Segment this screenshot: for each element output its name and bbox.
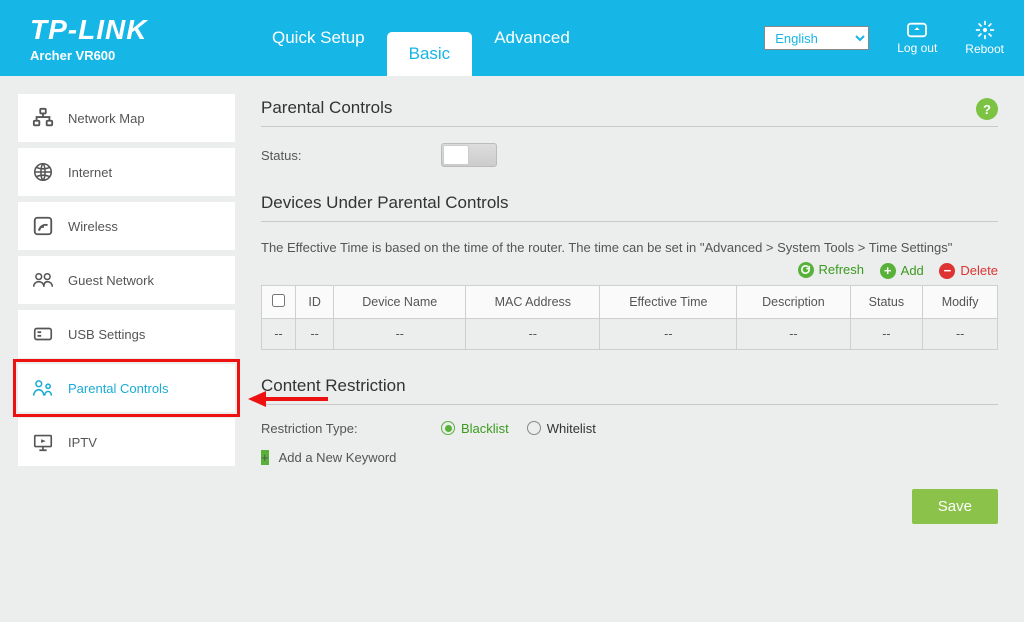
add-button[interactable]: + Add <box>880 263 924 279</box>
restriction-type-group: Blacklist Whitelist <box>441 421 596 436</box>
usb-icon <box>32 323 54 345</box>
add-keyword-button[interactable]: + Add a New Keyword <box>261 450 998 465</box>
brand-block: TP-LINK Archer VR600 <box>30 14 250 63</box>
table-row: -- -- -- -- -- -- -- -- <box>262 318 998 349</box>
radio-blacklist[interactable]: Blacklist <box>441 421 509 436</box>
sidebar-item-label: IPTV <box>68 435 97 450</box>
devices-table: ID Device Name MAC Address Effective Tim… <box>261 285 998 350</box>
delete-button[interactable]: − Delete <box>939 263 998 279</box>
col-status: Status <box>850 285 923 318</box>
wireless-icon <box>32 215 54 237</box>
sidebar: Network Map Internet Wireless Guest Netw… <box>0 76 235 622</box>
guest-icon <box>32 269 54 291</box>
globe-icon <box>32 161 54 183</box>
minus-icon: − <box>939 263 955 279</box>
select-all-checkbox[interactable] <box>272 294 285 307</box>
restriction-title: Content Restriction <box>261 376 998 405</box>
save-button[interactable]: Save <box>912 489 998 524</box>
devices-help-text: The Effective Time is based on the time … <box>261 238 998 258</box>
sidebar-item-label: Internet <box>68 165 112 180</box>
status-toggle[interactable] <box>441 143 497 167</box>
tab-basic[interactable]: Basic <box>387 32 473 76</box>
logout-button[interactable]: Log out <box>897 21 937 55</box>
tab-advanced[interactable]: Advanced <box>472 0 592 76</box>
sidebar-item-label: Network Map <box>68 111 145 126</box>
reboot-icon <box>965 20 1004 40</box>
status-label: Status: <box>261 148 441 163</box>
col-description: Description <box>737 285 850 318</box>
page-title: Parental Controls <box>261 98 998 127</box>
sidebar-item-guest-network[interactable]: Guest Network <box>18 256 235 304</box>
sidebar-item-label: USB Settings <box>68 327 145 342</box>
plus-icon: + <box>261 450 269 465</box>
tab-quick-setup[interactable]: Quick Setup <box>250 0 387 76</box>
network-map-icon <box>32 107 54 129</box>
col-device: Device Name <box>334 285 466 318</box>
devices-title: Devices Under Parental Controls <box>261 193 998 222</box>
table-actions: Refresh + Add − Delete <box>261 262 998 279</box>
brand-name: TP-LINK <box>30 14 250 46</box>
sidebar-item-label: Wireless <box>68 219 118 234</box>
refresh-button[interactable]: Refresh <box>798 262 865 278</box>
refresh-icon <box>798 262 814 278</box>
sidebar-item-internet[interactable]: Internet <box>18 148 235 196</box>
nav-tabs: Quick Setup Basic Advanced <box>250 0 592 76</box>
col-effective: Effective Time <box>600 285 737 318</box>
brand-model: Archer VR600 <box>30 48 250 63</box>
top-bar: TP-LINK Archer VR600 Quick Setup Basic A… <box>0 0 1024 76</box>
sidebar-item-parental-controls[interactable]: Parental Controls <box>18 364 235 412</box>
sidebar-item-usb-settings[interactable]: USB Settings <box>18 310 235 358</box>
sidebar-item-iptv[interactable]: IPTV <box>18 418 235 466</box>
col-modify: Modify <box>923 285 998 318</box>
col-id: ID <box>296 285 334 318</box>
radio-dot-icon <box>527 421 541 435</box>
help-button[interactable]: ? <box>976 98 998 120</box>
top-right: English Log out Reboot <box>764 20 1004 56</box>
logout-icon <box>897 21 937 39</box>
main-content: ? Parental Controls Status: Devices Unde… <box>235 76 1024 622</box>
sidebar-item-label: Parental Controls <box>68 381 168 396</box>
plus-icon: + <box>880 263 896 279</box>
radio-whitelist[interactable]: Whitelist <box>527 421 596 436</box>
parental-icon <box>32 377 54 399</box>
sidebar-item-network-map[interactable]: Network Map <box>18 94 235 142</box>
sidebar-item-wireless[interactable]: Wireless <box>18 202 235 250</box>
sidebar-item-label: Guest Network <box>68 273 154 288</box>
language-select[interactable]: English <box>764 26 869 50</box>
col-mac: MAC Address <box>466 285 600 318</box>
reboot-button[interactable]: Reboot <box>965 20 1004 56</box>
radio-dot-icon <box>441 421 455 435</box>
iptv-icon <box>32 431 54 453</box>
restriction-type-label: Restriction Type: <box>261 421 441 436</box>
